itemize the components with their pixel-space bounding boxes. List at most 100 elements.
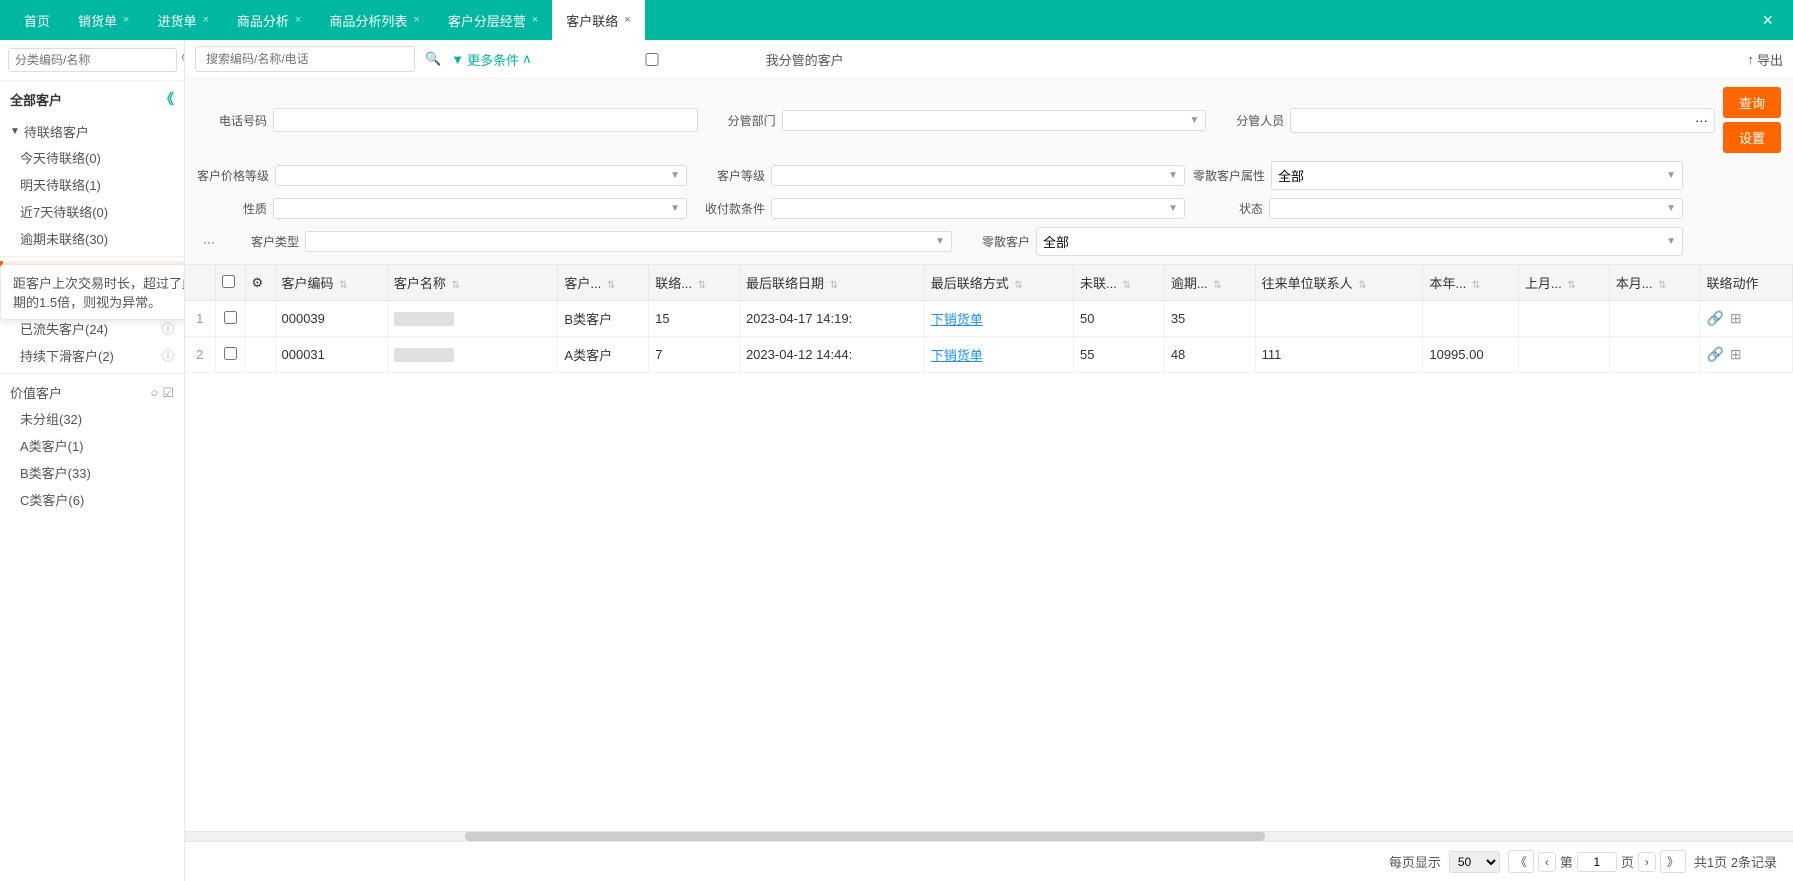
col-overdue[interactable]: 逾期... ⇅ [1164, 265, 1255, 301]
nature-select[interactable]: ▼ [273, 198, 687, 219]
col-last-month[interactable]: 上月... ⇅ [1518, 265, 1609, 301]
window-close-button[interactable]: × [1752, 10, 1783, 31]
value-group-header[interactable]: 价值客户 ○ ☑ [0, 378, 184, 405]
sidebar-item-unclassified[interactable]: 未分组(32) [0, 405, 184, 432]
h-scrollbar[interactable] [185, 831, 1793, 841]
circle-icon[interactable]: ○ [150, 385, 158, 401]
col-this-month[interactable]: 本月... ⇅ [1609, 265, 1700, 301]
nav-item-customer-tier[interactable]: 客户分层经营 × [434, 0, 552, 40]
price-grade-select[interactable]: ▼ [275, 165, 687, 186]
row-checkbox-1[interactable] [215, 301, 245, 337]
col-not-contact[interactable]: 未联... ⇅ [1074, 265, 1165, 301]
col-checkbox[interactable] [215, 265, 245, 301]
row-not-contact-1: 50 [1074, 301, 1165, 337]
nature-label: 性质 [197, 200, 267, 217]
edit-icon[interactable]: ☑ [162, 385, 174, 401]
col-last-contact-date[interactable]: 最后联络日期 ⇅ [739, 265, 924, 301]
next-page-button[interactable]: › [1638, 852, 1656, 872]
top-nav: 首页 销货单 × 进货单 × 商品分析 × 商品分析列表 × 客户分层经营 × … [0, 0, 1793, 40]
nav-item-product-analysis[interactable]: 商品分析 × [223, 0, 315, 40]
sidebar-item-declining[interactable]: 持续下滑客户(2) ⓘ [0, 342, 184, 369]
close-icon[interactable]: × [202, 14, 208, 26]
sidebar-item-today-pending[interactable]: 今天待联络(0) [0, 144, 184, 171]
filter-icon: ▼ [451, 52, 464, 67]
query-button[interactable]: 查询 [1723, 87, 1781, 118]
grid-action-icon[interactable]: ⊞ [1730, 346, 1742, 363]
caret-down-icon: ▼ [1168, 170, 1178, 181]
total-records-label: 共1页 2条记录 [1694, 852, 1777, 871]
sidebar-item-overdue-pending[interactable]: 逾期未联络(30) [0, 225, 184, 252]
close-icon[interactable]: × [295, 14, 301, 26]
col-contact-count[interactable]: 联络... ⇅ [649, 265, 740, 301]
per-page-select[interactable]: 50 20 100 [1449, 851, 1500, 873]
first-page-button[interactable]: 《 [1508, 850, 1534, 873]
nav-item-sales[interactable]: 销货单 × [64, 0, 143, 40]
prev-page-button[interactable]: ‹ [1538, 852, 1556, 872]
customer-grade-select[interactable]: ▼ [771, 165, 1185, 186]
more-conditions-btn[interactable]: ▼ 更多条件 ∧ [451, 50, 531, 69]
row-last-month-2 [1518, 337, 1609, 373]
content-area: 🔍 ▼ 更多条件 ∧ 我分管的客户 ↑ 导出 电话号码 [185, 40, 1793, 881]
all-customers-label: 全部客户 [10, 90, 62, 109]
retail-label: 零散客户 [960, 233, 1030, 250]
last-page-button[interactable]: 》 [1660, 850, 1686, 873]
manager-input[interactable]: ··· [1290, 108, 1715, 133]
close-icon[interactable]: × [532, 14, 538, 26]
col-index [185, 265, 215, 301]
retail-select[interactable]: 全部 ▼ [1036, 227, 1683, 256]
search-input[interactable] [195, 46, 415, 72]
sidebar-item-tomorrow-pending[interactable]: 明天待联络(1) [0, 171, 184, 198]
col-this-year[interactable]: 本年... ⇅ [1423, 265, 1519, 301]
grid-action-icon[interactable]: ⊞ [1730, 310, 1742, 327]
row-last-method-1[interactable]: 下销货单 [924, 301, 1073, 337]
export-button[interactable]: ↑ 导出 [1747, 50, 1783, 69]
link-icon[interactable]: 🔗 [1706, 346, 1723, 363]
close-icon[interactable]: × [624, 14, 630, 26]
category-search-input[interactable] [8, 48, 177, 72]
sidebar-item-class-b[interactable]: B类客户(33) [0, 459, 184, 486]
h-scroll-thumb[interactable] [465, 832, 1265, 841]
sidebar-item-class-c[interactable]: C类客户(6) [0, 486, 184, 513]
retail-attr-select[interactable]: 全部 ▼ [1271, 161, 1683, 190]
search-icon[interactable]: 🔍 [181, 52, 185, 68]
page-number-input[interactable] [1577, 852, 1617, 872]
row-not-contact-2: 55 [1074, 337, 1165, 373]
customer-type-select[interactable]: ▼ [305, 231, 952, 252]
col-customer-name[interactable]: 客户名称 ⇅ [387, 265, 558, 301]
more-dots-btn[interactable]: ··· [197, 231, 221, 253]
row-select-checkbox[interactable] [224, 347, 237, 360]
row-select-checkbox[interactable] [224, 311, 237, 324]
row-checkbox-2[interactable] [215, 337, 245, 373]
row-setting-1 [245, 301, 275, 337]
sidebar-item-7days-pending[interactable]: 近7天待联络(0) [0, 198, 184, 225]
my-customers-checkbox[interactable]: 我分管的客户 [542, 50, 844, 69]
nav-item-customer-contact[interactable]: 客户联络 × [552, 0, 644, 40]
row-last-method-2[interactable]: 下销货单 [924, 337, 1073, 373]
sidebar-item-class-a[interactable]: A类客户(1) [0, 432, 184, 459]
dept-select[interactable]: ▼ [782, 110, 1207, 131]
nav-item-home[interactable]: 首页 [10, 0, 64, 40]
pending-group-header[interactable]: ▼ 待联络客户 [0, 117, 184, 144]
sidebar: 🔍 全部客户 《 ▼ 待联络客户 今天待联络(0) 明天待联络(1) 近7天待联… [0, 40, 185, 881]
col-last-contact-method[interactable]: 最后联络方式 ⇅ [924, 265, 1073, 301]
sort-icon: ⇅ [607, 280, 615, 291]
nav-item-product-analysis-list[interactable]: 商品分析列表 × [315, 0, 433, 40]
col-settings[interactable]: ⚙ [245, 265, 275, 301]
col-unit-contacts[interactable]: 往来单位联系人 ⇅ [1255, 265, 1423, 301]
settings-button[interactable]: 设置 [1723, 122, 1781, 153]
search-icon[interactable]: 🔍 [425, 51, 441, 67]
info-icon: ⓘ [162, 347, 174, 364]
my-customers-checkbox-input[interactable] [542, 53, 762, 66]
phone-input[interactable] [273, 108, 698, 132]
nav-item-purchase[interactable]: 进货单 × [143, 0, 222, 40]
payment-select[interactable]: ▼ [771, 198, 1185, 219]
close-icon[interactable]: × [413, 14, 419, 26]
collapse-icon[interactable]: 《 [160, 89, 174, 109]
status-select[interactable]: ▼ [1269, 198, 1683, 219]
select-all-checkbox[interactable] [222, 275, 235, 288]
link-icon[interactable]: 🔗 [1706, 310, 1723, 327]
sort-icon: ⇅ [451, 280, 459, 291]
col-customer-class[interactable]: 客户... ⇅ [558, 265, 649, 301]
close-icon[interactable]: × [123, 14, 129, 26]
col-customer-code[interactable]: 客户编码 ⇅ [275, 265, 387, 301]
